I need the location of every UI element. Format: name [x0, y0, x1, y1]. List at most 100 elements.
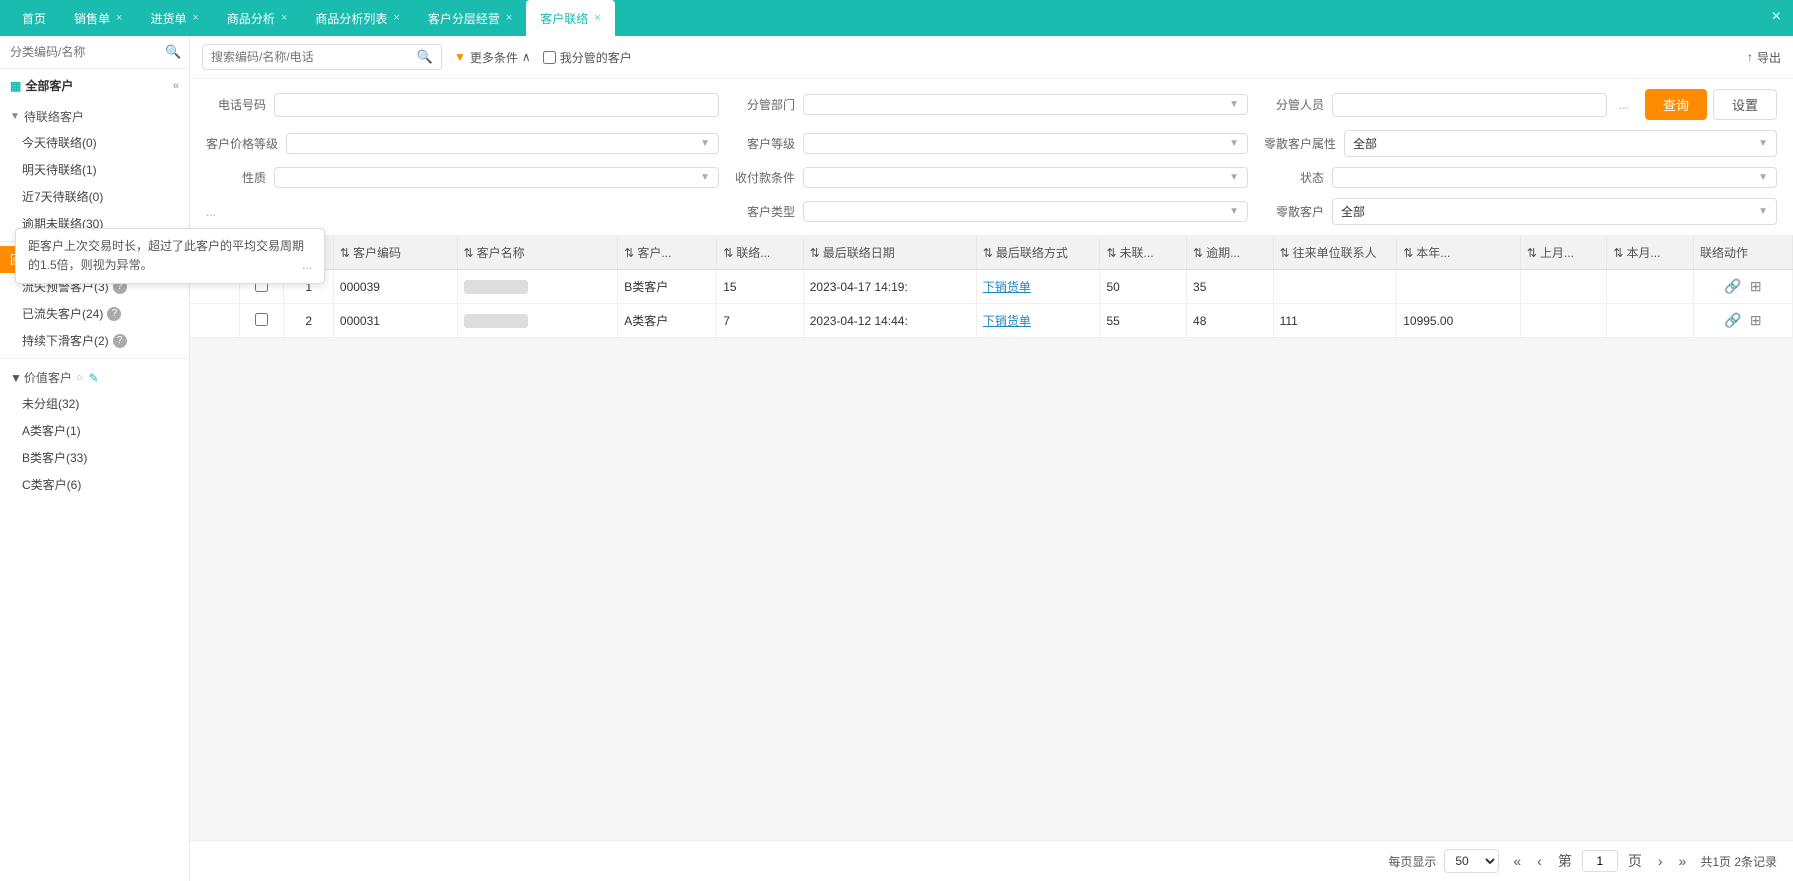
- nav-close-analysis[interactable]: ×: [281, 12, 287, 24]
- action-grid-icon-2[interactable]: ⊞: [1750, 312, 1762, 329]
- th-name[interactable]: ⇅客户名称: [457, 236, 618, 270]
- filter-select-dept[interactable]: ▼: [803, 94, 1248, 115]
- sidebar-collapse-btn[interactable]: «: [173, 80, 179, 92]
- filter-select-cust-type[interactable]: ▼: [803, 201, 1248, 222]
- sidebar-group-pending[interactable]: ▼ 待联络客户: [0, 102, 189, 129]
- td-action-2: 🔗 ⊞: [1693, 304, 1792, 338]
- my-customer-checkbox[interactable]: [543, 51, 556, 64]
- nav-item-home[interactable]: 首页: [8, 0, 60, 36]
- th-overdue[interactable]: ⇅逾期...: [1187, 236, 1274, 270]
- th-ctype[interactable]: ⇅客户...: [618, 236, 717, 270]
- sidebar-item-a-class[interactable]: A类客户(1): [0, 417, 189, 444]
- filter-input-person[interactable]: [1332, 93, 1607, 117]
- declining-help-icon[interactable]: ?: [113, 334, 127, 348]
- price-level-down-arrow: ▼: [700, 138, 710, 149]
- cust-type-down-arrow: ▼: [1229, 206, 1239, 217]
- th-code-sort: ⇅: [340, 246, 350, 260]
- th-contact[interactable]: ⇅联络...: [717, 236, 804, 270]
- filter-select-scatter-cust[interactable]: 全部 ▼: [1332, 198, 1777, 225]
- filter-row-payment: 收付款条件 ▼: [735, 167, 1248, 188]
- per-page-select[interactable]: 50 100 200: [1444, 849, 1499, 873]
- nav-close-customer-contact[interactable]: ×: [594, 12, 600, 24]
- value-customer-edit-icon[interactable]: ✎: [89, 371, 99, 385]
- filter-select-cust-level[interactable]: ▼: [803, 133, 1248, 154]
- person-dots-btn[interactable]: ...: [1615, 98, 1633, 112]
- first-page-btn[interactable]: «: [1507, 851, 1527, 871]
- td-thisyear-1: [1397, 270, 1521, 304]
- nav-close-analysis-list[interactable]: ×: [393, 12, 399, 24]
- customer-table: ⚙ ⇅客户编码 ⇅客户名称 ⇅客户...: [190, 236, 1793, 338]
- nav-close-customer-tier[interactable]: ×: [506, 12, 512, 24]
- filter-search-icon[interactable]: 🔍: [417, 49, 433, 65]
- sidebar-item-today[interactable]: 今天待联络(0): [0, 129, 189, 156]
- settings-button[interactable]: 设置: [1713, 89, 1777, 120]
- th-last-way[interactable]: ⇅最后联络方式: [976, 236, 1100, 270]
- last-way-link-2[interactable]: 下销货单: [983, 314, 1031, 328]
- last-way-link-1[interactable]: 下销货单: [983, 280, 1031, 294]
- th-this-year[interactable]: ⇅本年...: [1397, 236, 1521, 270]
- th-this-month[interactable]: ⇅本月...: [1607, 236, 1694, 270]
- filter-row-dots: ...: [206, 198, 719, 225]
- table-row: 2 000031 A类客户 7 2023-04-12 14:44: 下销货单 5…: [190, 304, 1793, 338]
- th-pending[interactable]: ⇅未联...: [1100, 236, 1187, 270]
- td-date-2: 2023-04-12 14:44:: [803, 304, 976, 338]
- filter-select-status[interactable]: ▼: [1332, 167, 1777, 188]
- nav-item-customer-contact[interactable]: 客户联络 ×: [526, 0, 614, 36]
- action-link-icon-1[interactable]: 🔗: [1724, 278, 1741, 295]
- prev-page-btn[interactable]: ‹: [1531, 851, 1548, 871]
- last-page-btn[interactable]: »: [1673, 851, 1693, 871]
- filter-select-payment[interactable]: ▼: [803, 167, 1248, 188]
- filter-input-phone[interactable]: [274, 93, 719, 117]
- nav-item-customer-tier[interactable]: 客户分层经营 ×: [414, 0, 526, 36]
- filter-search-input[interactable]: [211, 50, 417, 64]
- sidebar-search-input[interactable]: [10, 45, 165, 59]
- nav-item-purchase[interactable]: 进货单 ×: [136, 0, 212, 36]
- nav-item-sales[interactable]: 销售单 ×: [60, 0, 136, 36]
- nav-close-purchase[interactable]: ×: [192, 12, 198, 24]
- arrow-down-value: ▼: [10, 371, 22, 385]
- filter-label-cust-level: 客户等级: [735, 135, 795, 152]
- sidebar: 🔍 ▦ 全部客户 « ▼ 待联络客户 今天待联络(0) 明天待联络(1) 近7天…: [0, 36, 190, 881]
- sidebar-item-tomorrow[interactable]: 明天待联络(1): [0, 156, 189, 183]
- filter-select-nature[interactable]: ▼: [274, 167, 719, 188]
- my-customer-checkbox-area[interactable]: 我分管的客户: [543, 49, 632, 66]
- th-liaison[interactable]: ⇅往来单位联系人: [1273, 236, 1397, 270]
- page-nav: « ‹ 第 页 › »: [1507, 849, 1692, 873]
- filter-select-price-level[interactable]: ▼: [286, 133, 719, 154]
- td-lastway-2[interactable]: 下销货单: [976, 304, 1100, 338]
- td-check-2[interactable]: [239, 304, 284, 338]
- th-code[interactable]: ⇅客户编码: [333, 236, 457, 270]
- sidebar-item-b-class[interactable]: B类客户(33): [0, 444, 189, 471]
- sidebar-item-c-class[interactable]: C类客户(6): [0, 471, 189, 498]
- sidebar-item-7days[interactable]: 近7天待联络(0): [0, 183, 189, 210]
- nav-close-sales[interactable]: ×: [116, 12, 122, 24]
- sidebar-all-customers[interactable]: ▦ 全部客户 «: [0, 69, 189, 102]
- th-liaison-sort: ⇅: [1280, 246, 1290, 260]
- nav-item-analysis-list[interactable]: 商品分析列表 ×: [301, 0, 413, 36]
- page-suffix: 页: [1622, 849, 1648, 873]
- sidebar-item-already-lost[interactable]: 已流失客户(24) ?: [0, 300, 189, 327]
- sidebar-item-ungroup[interactable]: 未分组(32): [0, 390, 189, 417]
- value-customer-circle: ○: [76, 372, 83, 384]
- next-page-btn[interactable]: ›: [1652, 851, 1669, 871]
- action-grid-icon-1[interactable]: ⊞: [1750, 278, 1762, 295]
- row-2-checkbox[interactable]: [255, 313, 268, 326]
- page-input[interactable]: [1582, 850, 1618, 872]
- td-lastway-1[interactable]: 下销货单: [976, 270, 1100, 304]
- already-lost-help-icon[interactable]: ?: [107, 307, 121, 321]
- nav-item-analysis[interactable]: 商品分析 ×: [213, 0, 301, 36]
- filter-select-scatter-attr[interactable]: 全部 ▼: [1344, 130, 1777, 157]
- th-last-date[interactable]: ⇅最后联络日期: [803, 236, 976, 270]
- window-close-btn[interactable]: ×: [1772, 8, 1781, 26]
- th-last-month[interactable]: ⇅上月...: [1520, 236, 1607, 270]
- sidebar-search-icon[interactable]: 🔍: [165, 44, 181, 60]
- pending-group-arrow: ▼: [10, 111, 20, 122]
- export-btn[interactable]: ↑ 导出: [1747, 49, 1781, 66]
- more-conditions-btn[interactable]: ▼ 更多条件 ∧: [454, 49, 531, 66]
- query-button[interactable]: 查询: [1645, 89, 1707, 120]
- filter-more-dots[interactable]: ...: [206, 205, 216, 219]
- action-link-icon-2[interactable]: 🔗: [1724, 312, 1741, 329]
- sidebar-item-declining[interactable]: 持续下滑客户(2) ?: [0, 327, 189, 354]
- filter-label-nature: 性质: [206, 169, 266, 186]
- td-contact-1: 15: [717, 270, 804, 304]
